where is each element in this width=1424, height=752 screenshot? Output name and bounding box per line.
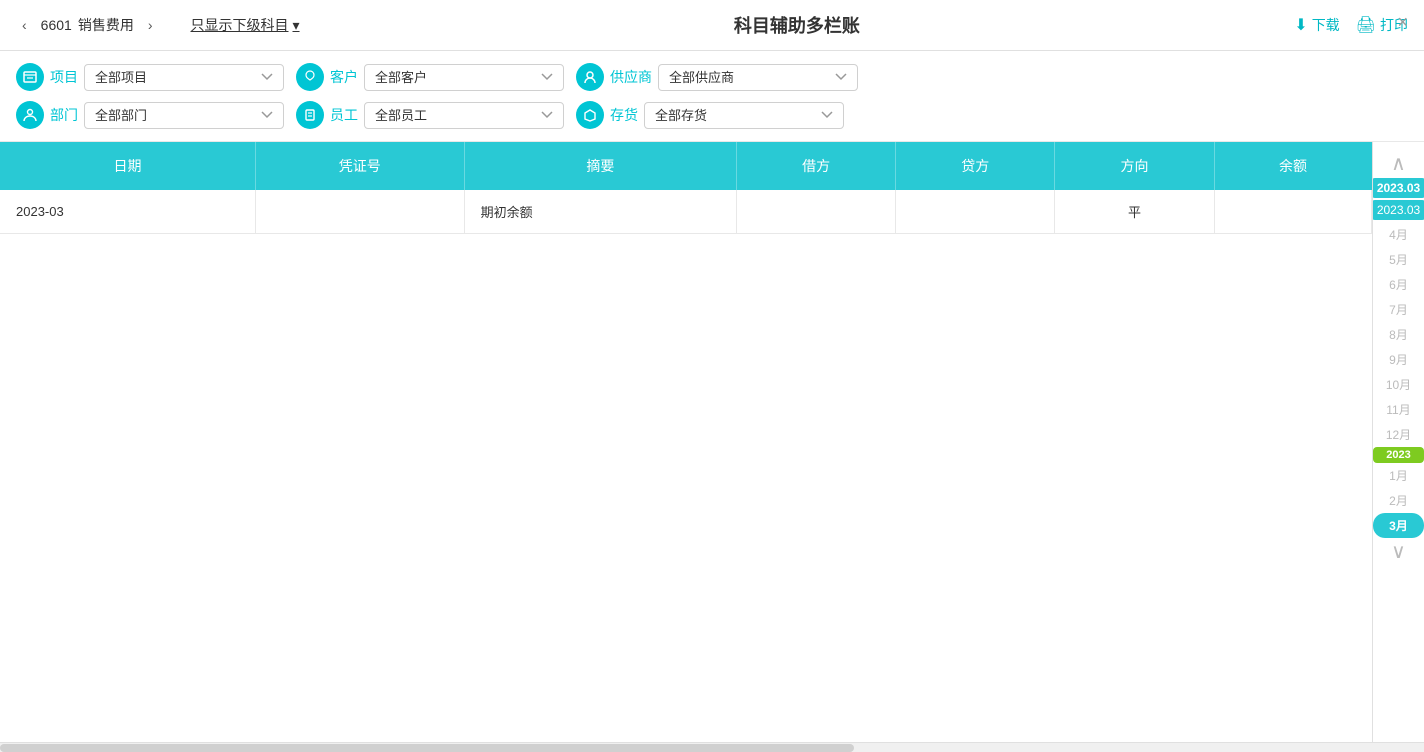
employee-icon [296,101,324,129]
col-direction: 方向 [1055,142,1214,190]
print-icon: 🖨 [1356,15,1376,35]
show-sub-button[interactable]: 只显示下级科目 ▾ [191,15,300,35]
filter-area: 项目 全部项目 客户 全部客户 [0,51,1424,142]
col-date: 日期 [0,142,255,190]
timeline-year-2023[interactable]: 2023 [1373,447,1424,463]
project-label: 项目 [50,67,78,87]
data-table: 日期 凭证号 摘要 借方 贷方 方向 余额 2023-03 [0,142,1372,234]
top-bar: ‹ 6601 销售费用 › 只显示下级科目 ▾ 科目辅助多栏账 ⬇ 下载 🖨 打… [0,0,1424,51]
inventory-label: 存货 [610,105,638,125]
col-summary: 摘要 [464,142,736,190]
project-select[interactable]: 全部项目 [84,64,284,91]
table-row: 2023-03 期初余额 平 [0,190,1372,234]
account-code-box: 6601 销售费用 [41,15,134,35]
supplier-icon [576,63,604,91]
timeline-up-button[interactable]: ∧ [1387,150,1410,178]
employee-label: 员工 [330,105,358,125]
supplier-filter-item: 供应商 全部供应商 [576,63,858,91]
employee-select[interactable]: 全部员工 [364,102,564,129]
timeline-month-3-active[interactable]: 3月 [1373,513,1424,538]
cell-direction: 平 [1055,190,1214,234]
download-label: 下载 [1312,15,1340,35]
cell-summary: 期初余额 [464,190,736,234]
action-btns: ⬇ 下载 🖨 打印 [1294,15,1408,35]
filter-row-2: 部门 全部部门 员工 全部 [16,101,1408,129]
table-header-row: 日期 凭证号 摘要 借方 贷方 方向 余额 [0,142,1372,190]
show-sub-label: 只显示下级科目 [191,15,289,35]
scrollbar-thumb [0,744,854,752]
customer-filter-item: 客户 全部客户 [296,63,564,91]
timeline-down-button[interactable]: ∨ [1387,538,1410,566]
timeline-month-11[interactable]: 11月 [1373,397,1424,422]
supplier-label: 供应商 [610,67,652,87]
timeline-month-9[interactable]: 9月 [1373,347,1424,372]
chevron-down-icon: ▾ [293,17,300,34]
timeline-month-6[interactable]: 6月 [1373,272,1424,297]
prev-account-button[interactable]: ‹ [16,15,33,35]
cell-debit [737,190,896,234]
col-debit: 借方 [737,142,896,190]
download-icon: ⬇ [1294,15,1307,35]
timeline-month-12[interactable]: 12月 [1373,422,1424,447]
account-code: 6601 [41,17,72,33]
close-button[interactable]: × [1397,12,1408,33]
main-container: ‹ 6601 销售费用 › 只显示下级科目 ▾ 科目辅助多栏账 ⬇ 下载 🖨 打… [0,0,1424,752]
cell-date: 2023-03 [0,190,255,234]
timeline-selected-2[interactable]: 2023.03 [1372,200,1424,220]
download-button[interactable]: ⬇ 下载 [1294,15,1339,35]
table-area[interactable]: 日期 凭证号 摘要 借方 贷方 方向 余额 2023-03 [0,142,1424,742]
customer-select[interactable]: 全部客户 [364,64,564,91]
timeline-month-4[interactable]: 4月 [1373,222,1424,247]
content-area: ‹ 6601 销售费用 › 只显示下级科目 ▾ 科目辅助多栏账 ⬇ 下载 🖨 打… [0,0,1424,752]
timeline-selected-1[interactable]: 2023.03 [1372,178,1424,198]
timeline-month-10[interactable]: 10月 [1373,372,1424,397]
timeline-month-8[interactable]: 8月 [1373,322,1424,347]
customer-icon [296,63,324,91]
dept-select[interactable]: 全部部门 [84,102,284,129]
supplier-select[interactable]: 全部供应商 [658,64,858,91]
cell-voucher [255,190,464,234]
inventory-icon [576,101,604,129]
bottom-scrollbar[interactable] [0,742,1424,752]
account-name: 销售费用 [78,15,134,35]
next-account-button[interactable]: › [142,15,159,35]
dept-filter-item: 部门 全部部门 [16,101,284,129]
inventory-filter-item: 存货 全部存货 [576,101,844,129]
dept-icon [16,101,44,129]
filter-row-1: 项目 全部项目 客户 全部客户 [16,63,1408,91]
col-voucher: 凭证号 [255,142,464,190]
page-title: 科目辅助多栏账 [308,12,1287,38]
project-filter-item: 项目 全部项目 [16,63,284,91]
main-content: 日期 凭证号 摘要 借方 贷方 方向 余额 2023-03 [0,142,1424,742]
timeline-month-1[interactable]: 1月 [1373,463,1424,488]
timeline-month-7[interactable]: 7月 [1373,297,1424,322]
dept-label: 部门 [50,105,78,125]
project-icon [16,63,44,91]
col-credit: 贷方 [896,142,1055,190]
cell-balance [1214,190,1371,234]
col-balance: 余额 [1214,142,1371,190]
employee-filter-item: 员工 全部员工 [296,101,564,129]
side-timeline: ∧ 2023.03 2023.03 4月 5月 6月 7月 8月 9月 10月 … [1372,142,1424,742]
inventory-select[interactable]: 全部存货 [644,102,844,129]
timeline-month-2[interactable]: 2月 [1373,488,1424,513]
cell-credit [896,190,1055,234]
customer-label: 客户 [330,67,358,87]
timeline-month-5[interactable]: 5月 [1373,247,1424,272]
